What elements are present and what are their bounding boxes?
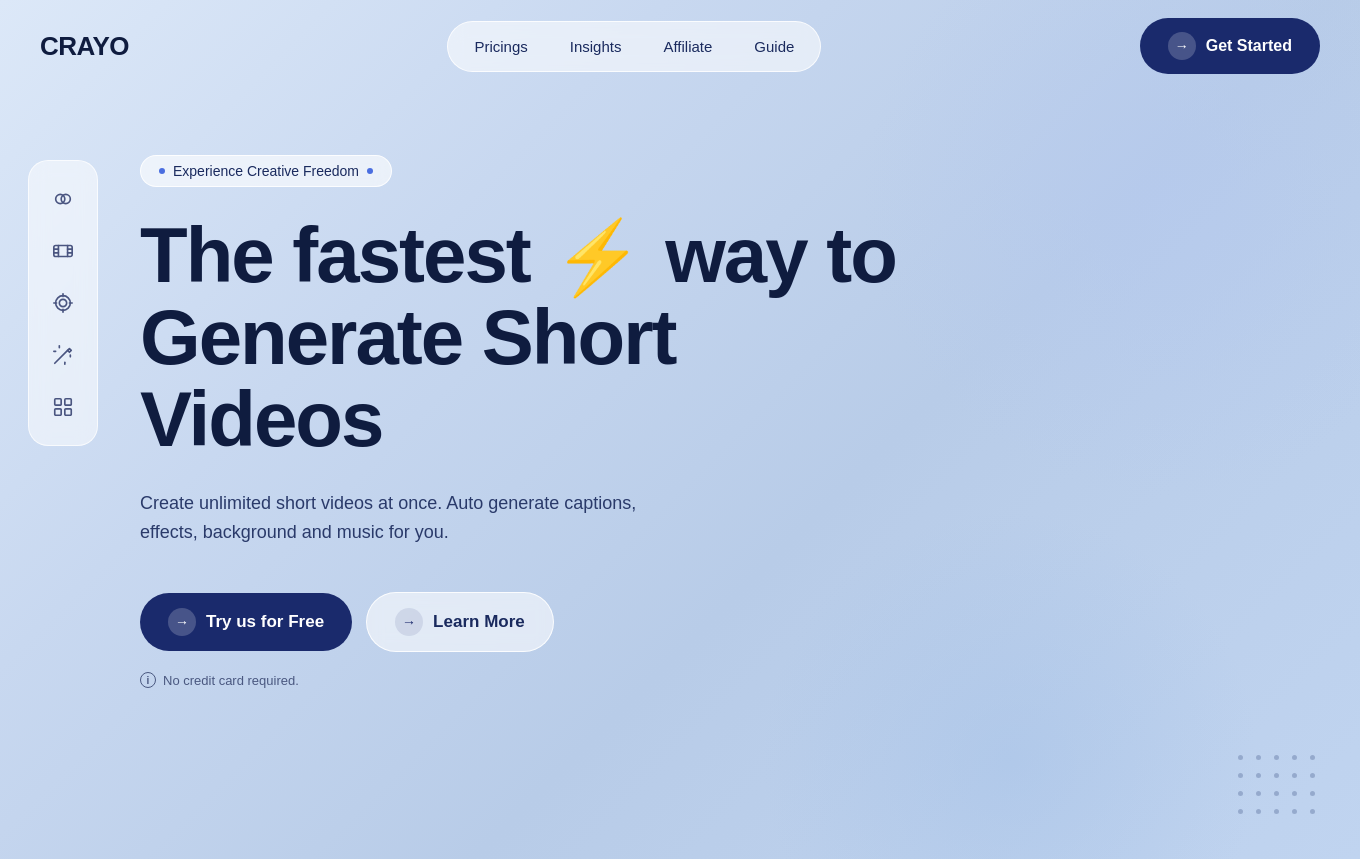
badge-dot (159, 168, 165, 174)
hero-title-line3: Generate Short Videos (140, 293, 675, 463)
info-icon: i (140, 672, 156, 688)
svg-rect-20 (55, 399, 61, 405)
get-started-button[interactable]: → Get Started (1140, 18, 1320, 74)
svg-rect-23 (65, 409, 71, 415)
learn-more-button[interactable]: → Learn More (366, 592, 554, 652)
nav-guide[interactable]: Guide (734, 30, 814, 63)
nav-links: Pricings Insights Affiliate Guide (447, 21, 821, 72)
navbar: CRAYO Pricings Insights Affiliate Guide … (0, 0, 1360, 92)
try-free-button[interactable]: → Try us for Free (140, 593, 352, 651)
arrow-icon: → (1168, 32, 1196, 60)
try-free-arrow-icon: → (168, 608, 196, 636)
hero-title-line1: The fastest (140, 211, 549, 299)
no-cc-text: No credit card required. (163, 673, 299, 688)
svg-point-1 (61, 194, 70, 203)
nav-affiliate[interactable]: Affiliate (643, 30, 732, 63)
logo-text: CRAYO (40, 31, 129, 62)
svg-rect-2 (54, 246, 72, 257)
hero-section: Experience Creative Freedom The fastest … (140, 155, 920, 688)
hero-subtitle: Create unlimited short videos at once. A… (140, 489, 660, 548)
nav-insights[interactable]: Insights (550, 30, 642, 63)
sidebar-icon-circles[interactable] (41, 177, 85, 221)
svg-point-9 (56, 296, 71, 311)
svg-rect-21 (65, 399, 71, 405)
sidebar (28, 160, 98, 446)
sidebar-icon-grid[interactable] (41, 385, 85, 429)
badge: Experience Creative Freedom (140, 155, 392, 187)
svg-point-10 (59, 299, 66, 306)
hero-buttons: → Try us for Free → Learn More (140, 592, 920, 652)
get-started-label: Get Started (1206, 37, 1292, 55)
decorative-dots (1238, 755, 1320, 819)
nav-pricings[interactable]: Pricings (454, 30, 547, 63)
no-credit-card-notice: i No credit card required. (140, 672, 920, 688)
badge-dot-right (367, 168, 373, 174)
sidebar-icon-film[interactable] (41, 229, 85, 273)
hero-title-line2: way to (645, 211, 895, 299)
sidebar-icon-wand[interactable] (41, 333, 85, 377)
try-free-label: Try us for Free (206, 612, 324, 632)
svg-line-15 (55, 350, 68, 363)
badge-text: Experience Creative Freedom (173, 163, 359, 179)
learn-more-arrow-icon: → (395, 608, 423, 636)
learn-more-label: Learn More (433, 612, 525, 632)
lightning-emoji: ⚡ (553, 221, 641, 293)
svg-rect-22 (55, 409, 61, 415)
sidebar-icon-badge[interactable] (41, 281, 85, 325)
hero-title: The fastest ⚡ way to Generate Short Vide… (140, 215, 920, 461)
logo[interactable]: CRAYO (40, 31, 129, 62)
